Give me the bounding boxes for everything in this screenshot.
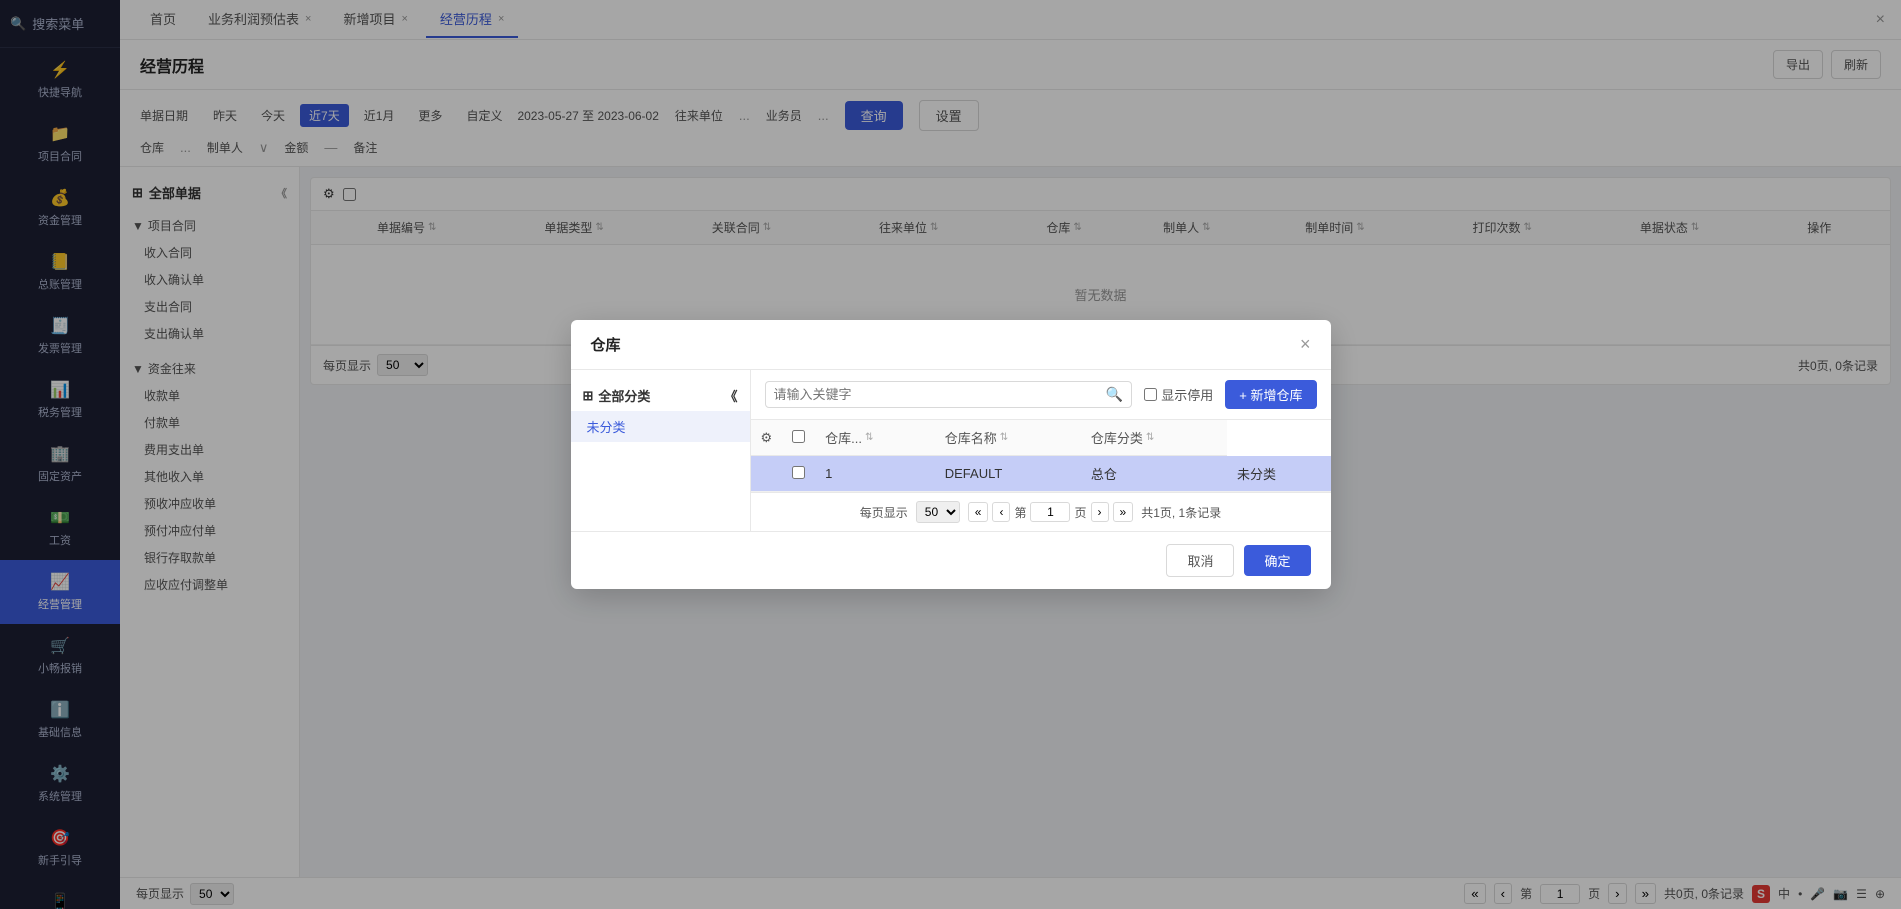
modal-tree-header[interactable]: ⊞ 全部分类 《 bbox=[571, 380, 750, 411]
modal-table-footer: 每页显示 50 « ‹ 第 页 › » 共1页, 1条记录 bbox=[751, 492, 1331, 531]
modal-tree: ⊞ 全部分类 《 未分类 bbox=[571, 370, 751, 531]
modal-cell-checkbox bbox=[782, 456, 815, 492]
show-disabled-label: 显示停用 bbox=[1144, 385, 1213, 404]
modal-close-button[interactable]: × bbox=[1300, 334, 1311, 355]
modal-table-wrap: ⚙ 仓库... 仓库名称 仓库分类 1 bbox=[751, 420, 1331, 492]
modal-search-icon: 🔍 bbox=[1106, 386, 1123, 403]
modal-col-code[interactable]: 仓库... bbox=[815, 420, 935, 456]
modal-next-page[interactable]: › bbox=[1091, 502, 1109, 522]
modal-title: 仓库 bbox=[591, 334, 621, 355]
modal-cell-category: 未分类 bbox=[1227, 456, 1330, 492]
modal-select-all[interactable] bbox=[792, 430, 805, 443]
modal-col-settings: ⚙ bbox=[751, 420, 783, 456]
tree-item-uncategorized[interactable]: 未分类 bbox=[571, 411, 750, 442]
table-row[interactable]: 1 DEFAULT 总仓 未分类 bbox=[751, 456, 1331, 492]
modal-toolbar: 🔍 显示停用 + 新增仓库 bbox=[751, 370, 1331, 420]
modal-cell-num: 1 bbox=[815, 456, 935, 492]
modal-right: 🔍 显示停用 + 新增仓库 ⚙ bbox=[751, 370, 1331, 531]
modal-search-box: 🔍 bbox=[765, 381, 1133, 408]
modal-cell-settings bbox=[751, 456, 783, 492]
show-disabled-checkbox[interactable] bbox=[1144, 388, 1157, 401]
modal-cell-name: 总仓 bbox=[1081, 456, 1227, 492]
modal-prev-page[interactable]: ‹ bbox=[992, 502, 1010, 522]
warehouse-modal: 仓库 × ⊞ 全部分类 《 未分类 bbox=[571, 320, 1331, 589]
modal-page-input[interactable] bbox=[1030, 502, 1070, 522]
modal-last-page[interactable]: » bbox=[1113, 502, 1134, 522]
modal-search-input[interactable] bbox=[774, 387, 1106, 402]
modal-col-checkbox bbox=[782, 420, 815, 456]
modal-body: ⊞ 全部分类 《 未分类 🔍 显示停用 bbox=[571, 370, 1331, 531]
modal-cell-code: DEFAULT bbox=[935, 456, 1081, 492]
grid-modal-icon: ⊞ bbox=[583, 388, 594, 404]
add-warehouse-button[interactable]: + 新增仓库 bbox=[1225, 380, 1316, 409]
modal-first-page[interactable]: « bbox=[968, 502, 989, 522]
modal-page-size-select[interactable]: 50 bbox=[916, 501, 960, 523]
modal-header: 仓库 × bbox=[571, 320, 1331, 370]
modal-confirm-button[interactable]: 确定 bbox=[1244, 545, 1310, 576]
modal-page-nav: « ‹ 第 页 › » bbox=[968, 502, 1133, 522]
modal-footer: 取消 确定 bbox=[571, 531, 1331, 589]
modal-tree-collapse[interactable]: 《 bbox=[724, 386, 737, 405]
modal-overlay: 仓库 × ⊞ 全部分类 《 未分类 bbox=[0, 0, 1901, 909]
modal-col-name[interactable]: 仓库名称 bbox=[935, 420, 1081, 456]
modal-table: ⚙ 仓库... 仓库名称 仓库分类 1 bbox=[751, 420, 1331, 492]
modal-col-category[interactable]: 仓库分类 bbox=[1081, 420, 1227, 456]
modal-row-checkbox[interactable] bbox=[792, 466, 805, 479]
modal-cancel-button[interactable]: 取消 bbox=[1166, 544, 1234, 577]
